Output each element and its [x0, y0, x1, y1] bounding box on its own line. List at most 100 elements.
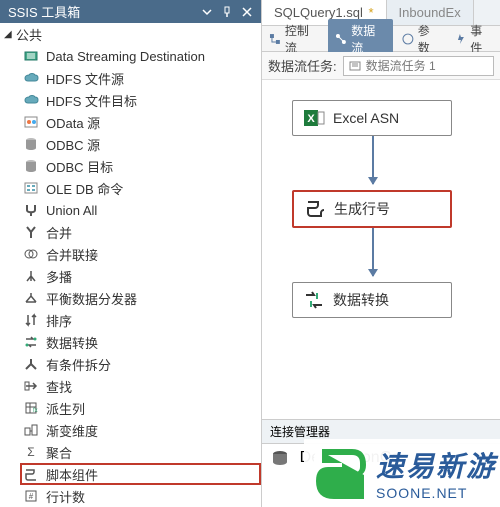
toolbox-item[interactable]: 排序	[20, 309, 261, 331]
toolbox-item[interactable]: 多播	[20, 265, 261, 287]
toolbox-item-label: 有条件拆分	[46, 355, 111, 374]
toolbox-item-label: 数据转换	[46, 333, 98, 352]
svg-text:Σ: Σ	[27, 445, 34, 459]
hdfs-icon	[22, 69, 40, 87]
toolbox-item[interactable]: Σ 聚合	[20, 441, 261, 463]
toolbox-item[interactable]: ODBC 目标	[20, 155, 261, 177]
split-icon	[22, 355, 40, 373]
scd-icon	[22, 421, 40, 439]
brand-logo-icon	[308, 441, 372, 505]
toolbox-item-label: 合并联接	[46, 245, 98, 264]
toolbox-item-label: OData 源	[46, 113, 100, 132]
toolbox-item[interactable]: 渐变维度	[20, 419, 261, 441]
toolbox-item-label: 渐变维度	[46, 421, 98, 440]
connector-arrow[interactable]	[372, 228, 374, 276]
toolbox-item-label: ODBC 源	[46, 135, 100, 154]
toolbox-item-label: HDFS 文件目标	[46, 91, 137, 110]
sort-icon	[22, 311, 40, 329]
db-icon	[22, 157, 40, 175]
node-excel-source[interactable]: X Excel ASN	[292, 100, 452, 136]
task-combobox[interactable]: 数据流任务 1	[343, 56, 494, 76]
ssis-toolbox: SSIS 工具箱 ◢ 公共 Data Streaming Destination…	[0, 0, 262, 507]
toolbox-item-label: HDFS 文件源	[46, 69, 124, 88]
toolbox-item[interactable]: 合并联接	[20, 243, 261, 265]
toolbox-item-label: 平衡数据分发器	[46, 289, 137, 308]
svg-text:X: X	[307, 113, 315, 125]
toolbox-item[interactable]: HDFS 文件目标	[20, 89, 261, 111]
toolbox-pin-icon[interactable]	[217, 2, 237, 22]
svg-text:#: #	[29, 492, 34, 501]
odata-icon	[22, 113, 40, 131]
toolbox-item-label: Union All	[46, 203, 97, 218]
toolbox-item[interactable]: 查找	[20, 375, 261, 397]
merge-icon	[22, 223, 40, 241]
connector-arrow[interactable]	[372, 136, 374, 184]
task-icon	[348, 59, 362, 73]
hdfs-icon	[22, 91, 40, 109]
toolbox-item-label: 行计数	[46, 487, 85, 506]
toolbox-item[interactable]: 合并	[20, 221, 261, 243]
brand-name: 速易新游	[376, 445, 496, 485]
toolbox-item[interactable]: ODBC 源	[20, 133, 261, 155]
svg-text:fx: fx	[33, 408, 38, 414]
toolbox-item[interactable]: # 行计数	[20, 485, 261, 507]
toolbox-item-label: 排序	[46, 311, 72, 330]
toolbox-item-label: Data Streaming Destination	[46, 49, 205, 64]
toolbox-item-label: 派生列	[46, 399, 85, 418]
toolbox-item[interactable]: OLE DB 命令	[20, 177, 261, 199]
toolbox-item[interactable]: 数据转换	[20, 331, 261, 353]
toolbox-group-header[interactable]: ◢ 公共	[0, 23, 261, 45]
toolbox-options-icon[interactable]	[197, 2, 217, 22]
task-label: 数据流任务:	[268, 56, 337, 75]
toolbox-item-list: Data Streaming Destination HDFS 文件源 HDFS 文…	[0, 45, 261, 507]
toolbox-item[interactable]: 平衡数据分发器	[20, 287, 261, 309]
conv-icon	[22, 333, 40, 351]
bal-icon	[22, 289, 40, 307]
agg-icon: Σ	[22, 443, 40, 461]
node-script-component[interactable]: 生成行号	[292, 190, 452, 228]
count-icon: #	[22, 487, 40, 505]
excel-icon: X	[303, 107, 325, 129]
script-icon	[304, 198, 326, 220]
toolbox-item[interactable]: HDFS 文件源	[20, 67, 261, 89]
toolbox-item[interactable]: Data Streaming Destination	[20, 45, 261, 67]
mjoin-icon	[22, 245, 40, 263]
dsd-icon	[22, 47, 40, 65]
designer-subtabs: 控制流 数据流 参数 事件	[262, 26, 500, 52]
group-label: 公共	[16, 25, 42, 44]
toolbox-item[interactable]: 有条件拆分	[20, 353, 261, 375]
db-icon	[22, 135, 40, 153]
derive-icon: fx	[22, 399, 40, 417]
lookup-icon	[22, 377, 40, 395]
toolbox-item[interactable]: fx 派生列	[20, 397, 261, 419]
toolbox-item-label: OLE DB 命令	[46, 179, 123, 198]
node-label: 数据转换	[333, 290, 389, 310]
toolbox-item-label: 聚合	[46, 443, 72, 462]
multi-icon	[22, 267, 40, 285]
toolbox-close-icon[interactable]	[237, 2, 257, 22]
oledb-icon	[22, 179, 40, 197]
script-icon	[22, 465, 40, 483]
task-selector-row: 数据流任务: 数据流任务 1	[262, 52, 500, 80]
toolbox-item[interactable]: 脚本组件	[20, 463, 261, 485]
task-value: 数据流任务 1	[366, 57, 436, 74]
modified-indicator-icon: *	[365, 5, 374, 20]
union-icon	[22, 201, 40, 219]
node-label: 生成行号	[334, 199, 390, 219]
toolbox-item-label: 脚本组件	[46, 465, 98, 484]
toolbox-item-label: 多播	[46, 267, 72, 286]
data-conversion-icon	[303, 289, 325, 311]
toolbox-item[interactable]: Union All	[20, 199, 261, 221]
toolbox-header: SSIS 工具箱	[0, 0, 261, 23]
collapse-arrow-icon: ◢	[4, 29, 16, 40]
toolbox-item-label: 查找	[46, 377, 72, 396]
toolbox-item-label: 合并	[46, 223, 72, 242]
brand-url: SOONE.NET	[376, 485, 496, 501]
node-data-conversion[interactable]: 数据转换	[292, 282, 452, 318]
node-label: Excel ASN	[333, 110, 399, 126]
toolbox-item-label: ODBC 目标	[46, 157, 113, 176]
watermark-logo: 速易新游 SOONE.NET	[304, 439, 500, 507]
toolbox-item[interactable]: OData 源	[20, 111, 261, 133]
database-icon	[270, 450, 290, 466]
toolbox-title: SSIS 工具箱	[8, 2, 197, 21]
